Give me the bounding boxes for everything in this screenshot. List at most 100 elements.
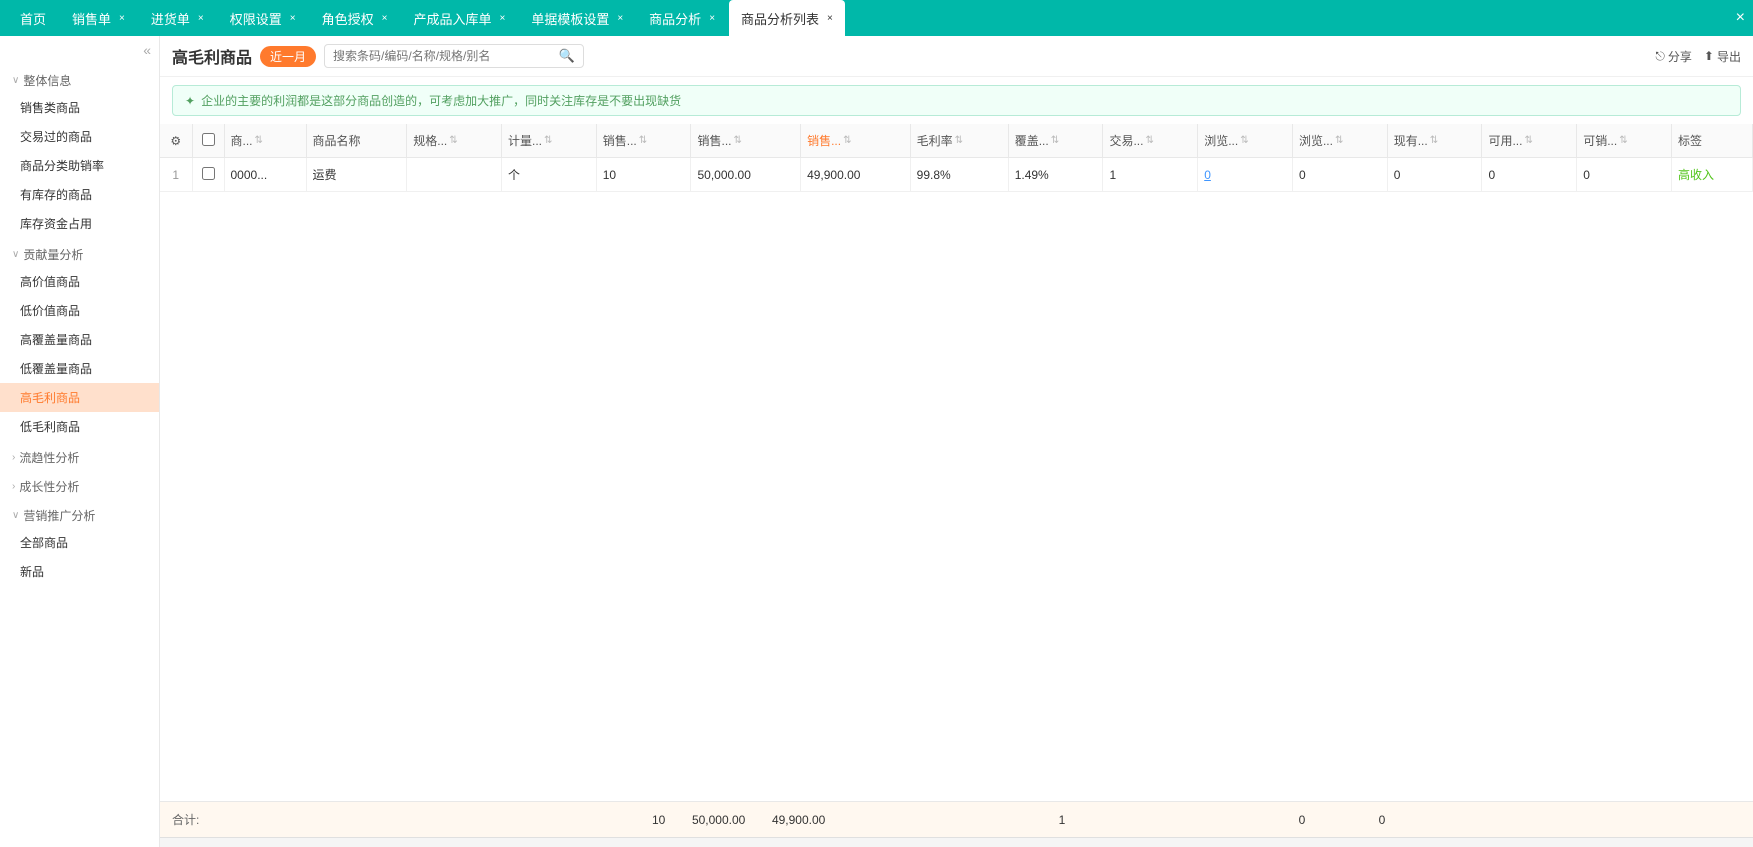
col-header-9[interactable]: 毛利率⇅ xyxy=(910,124,1008,158)
sidebar-item-0-2[interactable]: 商品分类助销率 xyxy=(0,151,159,180)
footer-totals: 合计: 10 50,000.00 49,900.00 1 0 0 xyxy=(160,801,1753,837)
col-label-4: 规格... xyxy=(413,132,447,149)
bottom-scrollbar[interactable] xyxy=(160,837,1753,847)
nav-close-icon-5[interactable]: × xyxy=(499,13,505,24)
nav-item-8[interactable]: 商品分析列表× xyxy=(729,0,845,36)
table-cell-0-1 xyxy=(192,158,224,192)
sort-arrows-15[interactable]: ⇅ xyxy=(1524,135,1532,146)
nav-close-icon-2[interactable]: × xyxy=(198,13,204,24)
search-input[interactable] xyxy=(333,49,555,63)
nav-close-icon-4[interactable]: × xyxy=(382,13,388,24)
sidebar-item-1-0[interactable]: 高价值商品 xyxy=(0,267,159,296)
col-label-12: 浏览... xyxy=(1204,132,1238,149)
sort-arrows-11[interactable]: ⇅ xyxy=(1145,135,1153,146)
nav-item-7[interactable]: 商品分析× xyxy=(637,0,727,36)
close-window-button[interactable]: × xyxy=(1736,9,1745,27)
sort-arrows-6[interactable]: ⇅ xyxy=(639,135,647,146)
nav-item-3[interactable]: 权限设置× xyxy=(218,0,308,36)
section-title-1: 贡献量分析 xyxy=(23,246,83,263)
nav-item-5[interactable]: 产成品入库单× xyxy=(401,0,517,36)
sidebar-section-1[interactable]: ∨贡献量分析 xyxy=(0,238,159,267)
col-label-6: 销售... xyxy=(603,132,637,149)
sidebar-item-4-0[interactable]: 全部商品 xyxy=(0,528,159,557)
col-header-4[interactable]: 规格...⇅ xyxy=(407,124,502,158)
col-header-5[interactable]: 计量...⇅ xyxy=(501,124,596,158)
nav-item-1[interactable]: 销售单× xyxy=(60,0,137,36)
sidebar-item-0-1[interactable]: 交易过的商品 xyxy=(0,122,159,151)
nav-close-icon-7[interactable]: × xyxy=(709,13,715,24)
col-header-11[interactable]: 交易...⇅ xyxy=(1103,124,1198,158)
table-cell-0-9: 99.8% xyxy=(910,158,1008,192)
col-header-15[interactable]: 可用...⇅ xyxy=(1482,124,1577,158)
sort-arrows-16[interactable]: ⇅ xyxy=(1619,135,1627,146)
col-label-8: 销售... xyxy=(807,132,841,149)
sort-arrows-9[interactable]: ⇅ xyxy=(955,135,963,146)
sidebar-item-1-5[interactable]: 低毛利商品 xyxy=(0,412,159,441)
sort-arrows-14[interactable]: ⇅ xyxy=(1430,135,1438,146)
sidebar-item-1-1[interactable]: 低价值商品 xyxy=(0,296,159,325)
sort-arrows-10[interactable]: ⇅ xyxy=(1051,135,1059,146)
table-cell-0-4 xyxy=(407,158,502,192)
table-cell-0-2: 0000... xyxy=(224,158,306,192)
filter-recent-month-button[interactable]: 近一月 xyxy=(260,46,316,67)
col-header-7[interactable]: 销售...⇅ xyxy=(691,124,801,158)
sort-arrows-8[interactable]: ⇅ xyxy=(843,135,851,146)
sort-arrows-2[interactable]: ⇅ xyxy=(255,135,263,146)
share-button[interactable]: ⎋ 分享 xyxy=(1655,48,1692,65)
search-box: 🔍 xyxy=(324,44,584,68)
table-cell-0-10: 1.49% xyxy=(1008,158,1103,192)
col-label-13: 浏览... xyxy=(1299,132,1333,149)
sort-arrows-5[interactable]: ⇅ xyxy=(544,135,552,146)
search-icon[interactable]: 🔍 xyxy=(559,48,575,64)
sidebar-item-1-3[interactable]: 低覆盖量商品 xyxy=(0,354,159,383)
col-header-10[interactable]: 覆盖...⇅ xyxy=(1008,124,1103,158)
select-all-checkbox[interactable] xyxy=(202,133,215,146)
sort-arrows-12[interactable]: ⇅ xyxy=(1240,135,1248,146)
col-label-11: 交易... xyxy=(1109,132,1143,149)
sidebar-item-0-0[interactable]: 销售类商品 xyxy=(0,93,159,122)
footer-available: 0 xyxy=(1311,813,1391,827)
col-header-2[interactable]: 商...⇅ xyxy=(224,124,306,158)
nav-item-2[interactable]: 进货单× xyxy=(139,0,216,36)
footer-transactions: 1 xyxy=(991,813,1071,827)
col-header-13[interactable]: 浏览...⇅ xyxy=(1292,124,1387,158)
col-header-12[interactable]: 浏览...⇅ xyxy=(1198,124,1293,158)
info-banner: ✦ 企业的主要的利润都是这部分商品创造的，可考虑加大推广，同时关注库存是不要出现… xyxy=(172,85,1741,116)
row-checkbox-0[interactable] xyxy=(202,167,215,180)
collapse-icon: « xyxy=(143,42,151,58)
sidebar-section-2[interactable]: ›流趋性分析 xyxy=(0,441,159,470)
nav-close-icon-8[interactable]: × xyxy=(827,13,833,24)
nav-item-4[interactable]: 角色授权× xyxy=(310,0,400,36)
table-container[interactable]: ⚙商...⇅商品名称规格...⇅计量...⇅销售...⇅销售...⇅销售...⇅… xyxy=(160,124,1753,801)
export-button[interactable]: ⬆ 导出 xyxy=(1704,48,1741,65)
nav-item-6[interactable]: 单据模板设置× xyxy=(519,0,635,36)
sidebar-item-1-2[interactable]: 高覆盖量商品 xyxy=(0,325,159,354)
nav-close-icon-6[interactable]: × xyxy=(617,13,623,24)
sort-arrows-4[interactable]: ⇅ xyxy=(449,135,457,146)
nav-close-icon-1[interactable]: × xyxy=(119,13,125,24)
col-header-8[interactable]: 销售...⇅ xyxy=(801,124,911,158)
sidebar-item-4-1[interactable]: 新品 xyxy=(0,557,159,586)
nav-close-icon-3[interactable]: × xyxy=(290,13,296,24)
col-label-10: 覆盖... xyxy=(1015,132,1049,149)
sidebar-item-0-4[interactable]: 库存资金占用 xyxy=(0,209,159,238)
sidebar-item-1-4[interactable]: 高毛利商品 xyxy=(0,383,159,412)
tag-cell: 高收入 xyxy=(1678,168,1714,182)
col-header-14[interactable]: 现有...⇅ xyxy=(1387,124,1482,158)
sidebar-item-0-3[interactable]: 有库存的商品 xyxy=(0,180,159,209)
sidebar-section-4[interactable]: ∨营销推广分析 xyxy=(0,499,159,528)
sort-arrows-13[interactable]: ⇅ xyxy=(1335,135,1343,146)
gear-icon[interactable]: ⚙ xyxy=(170,134,181,148)
table-cell-0-6: 10 xyxy=(596,158,691,192)
section-arrow-icon-2: › xyxy=(12,452,15,463)
sidebar-section-3[interactable]: ›成长性分析 xyxy=(0,470,159,499)
sidebar-section-0[interactable]: ∨整体信息 xyxy=(0,64,159,93)
sort-arrows-7[interactable]: ⇅ xyxy=(734,135,742,146)
table-cell-0-11: 1 xyxy=(1103,158,1198,192)
col-header-6[interactable]: 销售...⇅ xyxy=(596,124,691,158)
footer-label: 合计: xyxy=(172,811,199,828)
nav-item-0[interactable]: 首页 xyxy=(8,0,58,36)
col-header-16[interactable]: 可销...⇅ xyxy=(1577,124,1672,158)
sidebar-collapse-button[interactable]: « xyxy=(0,36,159,64)
browse1-link[interactable]: 0 xyxy=(1204,168,1211,182)
